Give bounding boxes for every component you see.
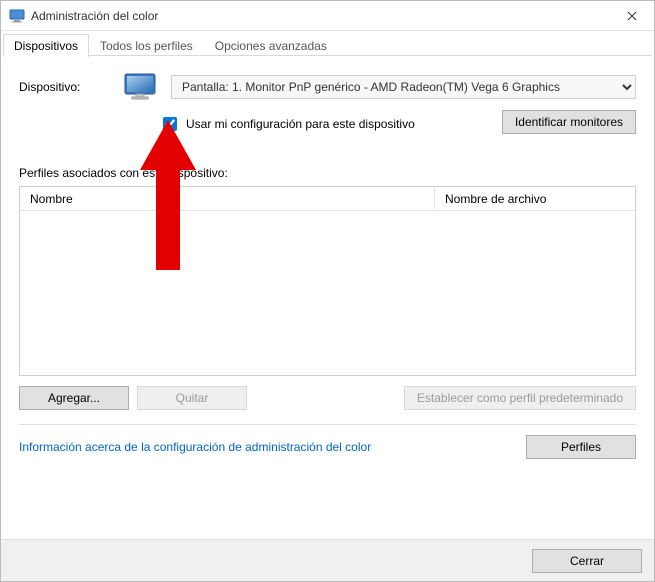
close-icon [627,11,637,21]
separator [19,424,636,425]
devices-panel: Dispositivo: Pantalla: 1. Monitor PnP ge… [1,56,654,467]
add-button[interactable]: Agregar... [19,386,129,410]
tab-strip: Dispositivos Todos los perfiles Opciones… [1,31,654,56]
profiles-table[interactable]: Nombre Nombre de archivo [19,186,636,376]
identify-monitors-button[interactable]: Identificar monitores [502,110,636,134]
monitor-icon [123,72,159,102]
use-my-settings-checkbox[interactable] [163,117,177,131]
device-label: Dispositivo: [19,80,111,94]
device-select[interactable]: Pantalla: 1. Monitor PnP genérico - AMD … [171,75,636,99]
use-my-settings-label: Usar mi configuración para este disposit… [186,117,415,131]
column-header-file[interactable]: Nombre de archivo [435,187,635,210]
close-dialog-button[interactable]: Cerrar [532,549,642,573]
close-button[interactable] [609,1,654,31]
column-header-name[interactable]: Nombre [20,187,435,210]
tab-advanced[interactable]: Opciones avanzadas [204,34,338,57]
set-default-button: Establecer como perfil predeterminado [404,386,636,410]
associated-profiles-label: Perfiles asociados con este dispositivo: [19,166,636,180]
table-header: Nombre Nombre de archivo [20,187,635,211]
profiles-button[interactable]: Perfiles [526,435,636,459]
window-title: Administración del color [31,9,609,23]
profile-buttons-row: Agregar... Quitar Establecer como perfil… [19,386,636,410]
bottom-row: Información acerca de la configuración d… [19,435,636,459]
titlebar: Administración del color [1,1,654,31]
tab-all-profiles[interactable]: Todos los perfiles [89,34,204,57]
app-icon [9,8,25,24]
device-row: Dispositivo: Pantalla: 1. Monitor PnP ge… [19,72,636,102]
remove-button: Quitar [137,386,247,410]
info-link[interactable]: Información acerca de la configuración d… [19,440,371,454]
tab-devices[interactable]: Dispositivos [3,34,89,57]
dialog-footer: Cerrar [1,539,654,581]
